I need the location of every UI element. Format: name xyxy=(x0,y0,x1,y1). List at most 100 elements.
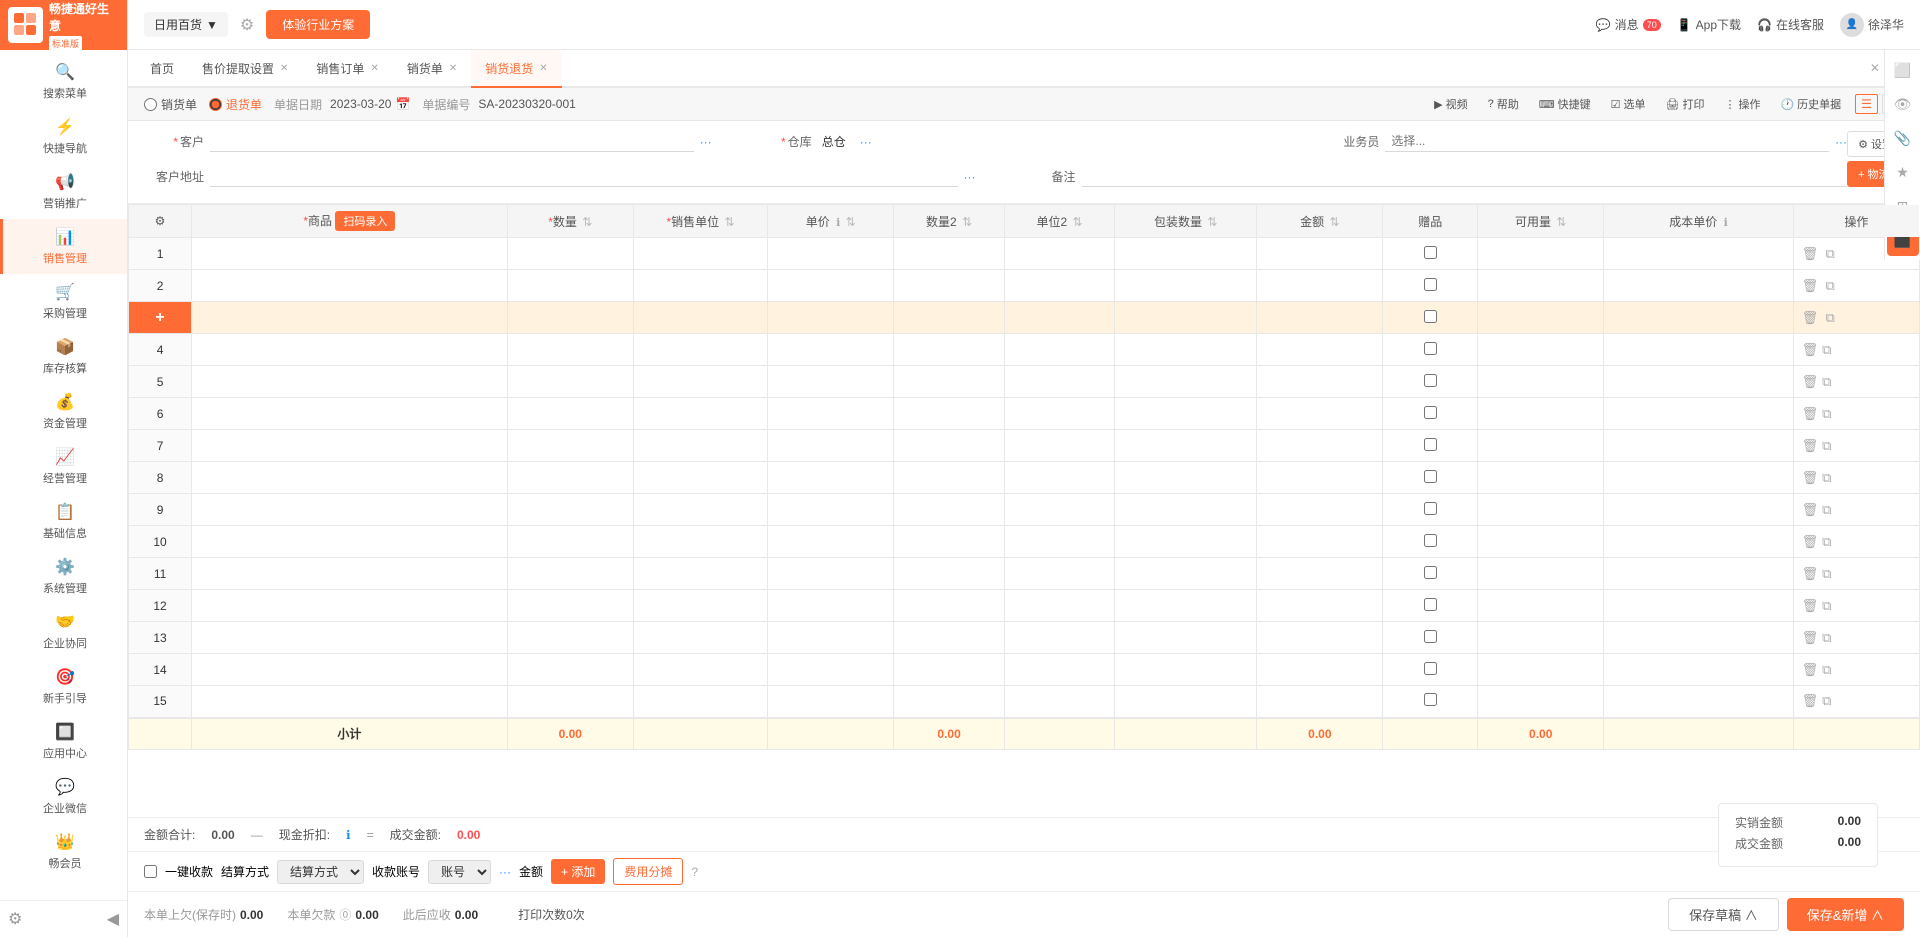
delete-icon[interactable]: 🗑 xyxy=(1802,566,1819,581)
th-settings[interactable]: ⚙ xyxy=(129,205,192,238)
warehouse-dots[interactable]: ··· xyxy=(860,135,872,149)
message-btn[interactable]: 💬 消息 70 xyxy=(1596,16,1661,33)
copy-icon[interactable]: ⧉ xyxy=(1822,374,1831,389)
note-input[interactable] xyxy=(1082,166,1848,187)
gift-checkbox[interactable] xyxy=(1424,502,1437,515)
radio-sale-input[interactable] xyxy=(144,98,157,111)
unit-cell[interactable] xyxy=(633,270,767,302)
product-input-active[interactable] xyxy=(198,310,501,325)
sidebar-item-collab[interactable]: 🤝 企业协同 xyxy=(0,604,127,659)
sidebar-item-system[interactable]: ⚙️ 系统管理 xyxy=(0,549,127,604)
history-btn[interactable]: 🕐 历史单据 xyxy=(1774,94,1847,114)
gift-checkbox[interactable] xyxy=(1424,406,1437,419)
gift-checkbox[interactable] xyxy=(1424,534,1437,547)
add-row-icon[interactable]: + xyxy=(155,309,164,326)
gift-checkbox[interactable] xyxy=(1424,246,1437,259)
sidebar-item-marketing[interactable]: 📢 营销推广 xyxy=(0,164,127,219)
operate-btn[interactable]: ⋮ 操作 xyxy=(1718,94,1766,114)
doc-date-field[interactable]: 2023-03-20 📅 xyxy=(330,97,410,111)
delete-icon[interactable]: 🗑 xyxy=(1802,310,1819,325)
help-icon[interactable]: ? xyxy=(691,865,698,879)
customer-dots[interactable]: ··· xyxy=(700,135,712,149)
account-select[interactable]: 账号 xyxy=(428,860,491,884)
save-draft-button[interactable]: 保存草稿 ∧ xyxy=(1668,898,1779,931)
qty2-cell[interactable] xyxy=(894,270,1004,302)
qty-cell[interactable] xyxy=(507,238,633,270)
right-panel-btn-1[interactable]: ⬜ xyxy=(1887,54,1919,86)
module-select[interactable]: 日用百货 ▼ xyxy=(144,12,228,37)
copy-icon[interactable]: ⧉ xyxy=(1822,693,1831,708)
gift-checkbox[interactable] xyxy=(1424,693,1437,706)
gift-checkbox[interactable] xyxy=(1424,630,1437,643)
sidebar-item-operation[interactable]: 📈 经营管理 xyxy=(0,439,127,494)
delete-icon[interactable]: 🗑 xyxy=(1802,278,1819,293)
cost-price-cell[interactable] xyxy=(1604,302,1793,334)
salesperson-input[interactable] xyxy=(1385,131,1829,152)
method-select[interactable]: 结算方式 xyxy=(277,860,364,884)
sidebar-item-vip[interactable]: 👑 畅会员 xyxy=(0,824,127,879)
price-cell[interactable] xyxy=(768,238,894,270)
tab-home[interactable]: 首页 xyxy=(136,50,188,88)
help-btn[interactable]: ? 帮助 xyxy=(1482,94,1525,114)
gift-checkbox[interactable] xyxy=(1424,310,1437,323)
delete-icon[interactable]: 🗑 xyxy=(1802,438,1819,453)
copy-icon[interactable]: ⧉ xyxy=(1822,662,1831,677)
cost-price-cell[interactable] xyxy=(1604,270,1793,302)
radio-return[interactable]: 退货单 xyxy=(209,96,262,113)
sidebar-item-guide[interactable]: 🎯 新手引导 xyxy=(0,659,127,714)
close-window-icon[interactable]: ✕ xyxy=(1864,61,1886,75)
sidebar-item-quicknav[interactable]: ⚡ 快捷导航 xyxy=(0,109,127,164)
gift-checkbox[interactable] xyxy=(1424,438,1437,451)
right-panel-btn-4[interactable]: ★ xyxy=(1887,156,1919,188)
sidebar-collapse-btn[interactable]: ◀ xyxy=(107,909,119,929)
delete-icon[interactable]: 🗑 xyxy=(1802,470,1819,485)
gift-checkbox[interactable] xyxy=(1424,566,1437,579)
delete-icon[interactable]: 🗑 xyxy=(1802,246,1819,261)
copy-icon[interactable]: ⧉ xyxy=(1822,406,1831,421)
unit-cell[interactable] xyxy=(633,238,767,270)
delete-icon[interactable]: 🗑 xyxy=(1802,630,1819,645)
tab-sales[interactable]: 销货单 ✕ xyxy=(393,50,471,88)
sidebar-item-purchase[interactable]: 🛒 采购管理 xyxy=(0,274,127,329)
tab-close-icon[interactable]: ✕ xyxy=(449,63,457,74)
sidebar-item-inventory[interactable]: 📦 库存核算 xyxy=(0,329,127,384)
online-service-btn[interactable]: 🎧 在线客服 xyxy=(1757,16,1824,33)
sidebar-item-wechat[interactable]: 💬 企业微信 xyxy=(0,769,127,824)
right-panel-btn-3[interactable]: 📎 xyxy=(1887,122,1919,154)
shortcut-btn[interactable]: ⌨ 快捷键 xyxy=(1533,94,1597,114)
gift-checkbox[interactable] xyxy=(1424,374,1437,387)
gift-checkbox[interactable] xyxy=(1424,342,1437,355)
unit2-cell[interactable] xyxy=(1004,302,1114,334)
gift-checkbox[interactable] xyxy=(1424,598,1437,611)
copy-icon[interactable]: ⧉ xyxy=(1826,310,1835,325)
address-dots[interactable]: ··· xyxy=(964,170,976,184)
qty2-cell[interactable] xyxy=(894,302,1004,334)
copy-icon[interactable]: ⧉ xyxy=(1822,534,1831,549)
product-cell-active[interactable] xyxy=(192,302,508,334)
delete-icon[interactable]: 🗑 xyxy=(1802,662,1819,677)
product-cell[interactable] xyxy=(192,238,508,270)
delete-icon[interactable]: 🗑 xyxy=(1802,342,1819,357)
tab-sales-order[interactable]: 销售订单 ✕ xyxy=(302,50,392,88)
address-input[interactable] xyxy=(210,166,958,187)
delete-icon[interactable]: 🗑 xyxy=(1802,534,1819,549)
right-panel-btn-2[interactable]: 👁 xyxy=(1887,88,1919,120)
copy-icon[interactable]: ⧉ xyxy=(1822,438,1831,453)
qty-cell[interactable] xyxy=(507,302,633,334)
copy-icon[interactable]: ⧉ xyxy=(1822,566,1831,581)
gift-checkbox[interactable] xyxy=(1424,662,1437,675)
gift-cell[interactable] xyxy=(1383,302,1478,334)
sidebar-settings-btn[interactable]: ⚙ xyxy=(8,909,22,929)
sidebar-item-appstore[interactable]: 🔲 应用中心 xyxy=(0,714,127,769)
discount-info-icon[interactable]: ℹ xyxy=(346,828,351,842)
video-btn[interactable]: ▶ 视频 xyxy=(1428,94,1473,114)
gift-checkbox[interactable] xyxy=(1424,278,1437,291)
topbar-settings-icon[interactable]: ⚙ xyxy=(240,15,254,35)
app-download-btn[interactable]: 📱 App下载 xyxy=(1677,16,1741,33)
amount-cell[interactable] xyxy=(1257,270,1383,302)
copy-icon[interactable]: ⧉ xyxy=(1822,502,1831,517)
amount-cell[interactable] xyxy=(1257,302,1383,334)
tab-return[interactable]: 销货退货 ✕ xyxy=(471,50,561,88)
pack-qty-cell[interactable] xyxy=(1115,302,1257,334)
copy-icon[interactable]: ⧉ xyxy=(1822,630,1831,645)
